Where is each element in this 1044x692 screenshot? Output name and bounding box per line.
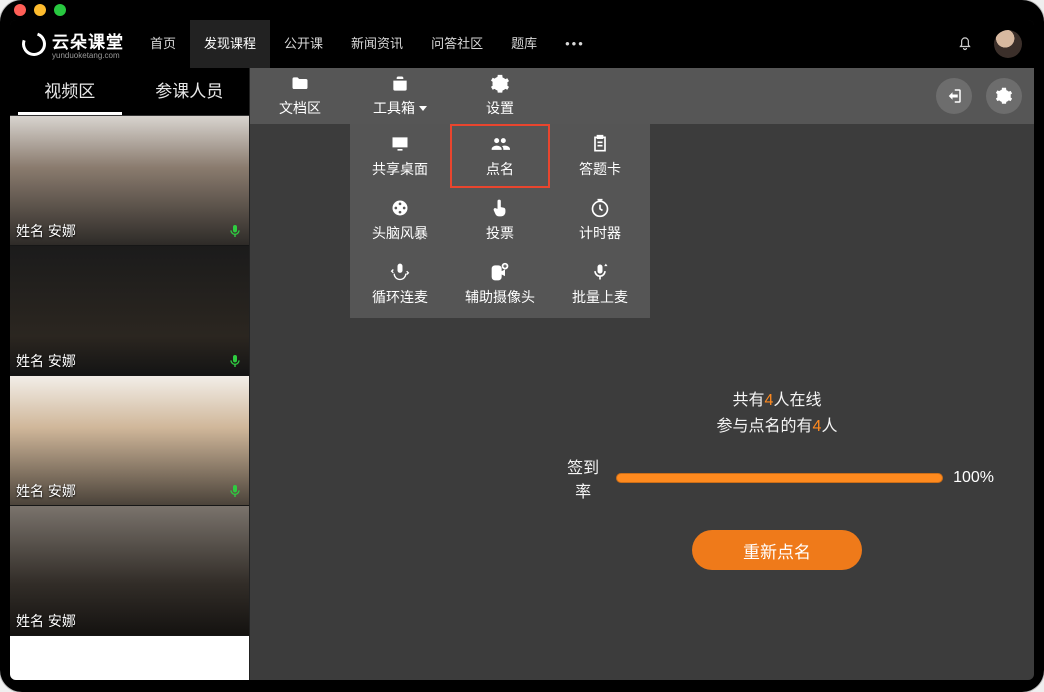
tool-label: 头脑风暴 [372, 223, 428, 243]
people-icon [489, 134, 511, 154]
tool-label: 投票 [486, 223, 514, 243]
tool-label: 辅助摄像头 [465, 287, 535, 307]
sidebar-tab-participants[interactable]: 参课人员 [130, 68, 250, 115]
tool-timer[interactable]: 计时器 [550, 188, 650, 252]
video-cell[interactable]: 姓名 安娜 [10, 246, 249, 376]
mic-active-icon [227, 483, 243, 499]
participant-videos: 姓名 安娜 姓名 安娜 姓名 安娜 姓名 安娜 [10, 116, 249, 680]
gear-icon [995, 87, 1013, 105]
participant-name: 姓名 安娜 [10, 477, 82, 505]
rate-percent: 100% [953, 469, 994, 487]
tool-label: 点名 [486, 159, 514, 179]
rate-label: 签到率 [560, 454, 606, 502]
video-cell[interactable]: 姓名 安娜 [10, 116, 249, 246]
gear-icon [489, 74, 511, 94]
toolbox-panel: 共享桌面 点名 答题卡 头 [350, 124, 650, 318]
attendance-panel: 共有4人在线 参与点名的有4人 签到率 100% 重新点名 [560, 388, 994, 570]
settings-button[interactable] [986, 78, 1022, 114]
progress-bar [616, 473, 943, 483]
user-avatar[interactable] [994, 30, 1022, 58]
video-cell[interactable]: 姓名 安娜 [10, 506, 249, 636]
tool-label: 共享桌面 [372, 159, 428, 179]
tool-label: 循环连麦 [372, 287, 428, 307]
sidebar: 视频区 参课人员 姓名 安娜 姓名 安娜 姓名 安娜 [10, 68, 250, 680]
sub-toolbar-right [936, 78, 1034, 114]
clock-icon [589, 198, 611, 218]
nav-items: 首页 发现课程 公开课 新闻资讯 问答社区 题库 ••• [136, 20, 599, 68]
mic-active-icon [227, 223, 243, 239]
folder-icon [289, 74, 311, 94]
docs-label: 文档区 [279, 98, 321, 118]
online-line: 共有4人在线 [560, 388, 994, 414]
cycle-mic-icon [389, 262, 411, 282]
minimize-window-icon[interactable] [34, 4, 46, 16]
brand-logo[interactable]: 云朵课堂 yunduoketang.com [22, 28, 124, 60]
tool-answer-card[interactable]: 答题卡 [550, 124, 650, 188]
nav-item-discover[interactable]: 发现课程 [190, 20, 270, 68]
sub-toolbar: 文档区 工具箱 设置 [250, 68, 1034, 124]
tool-cycle-mic[interactable]: 循环连麦 [350, 252, 450, 316]
maximize-window-icon[interactable] [54, 4, 66, 16]
close-window-icon[interactable] [14, 4, 26, 16]
clipboard-icon [589, 134, 611, 154]
top-nav: 云朵课堂 yunduoketang.com 首页 发现课程 公开课 新闻资讯 问… [10, 20, 1034, 68]
settings-label: 设置 [486, 98, 514, 118]
tool-label: 批量上麦 [572, 287, 628, 307]
mac-titlebar [0, 0, 1044, 20]
film-reel-icon [389, 198, 411, 218]
cloud-icon [18, 28, 50, 60]
mic-up-icon [589, 262, 611, 282]
tool-aux-camera[interactable]: 辅助摄像头 [450, 252, 550, 316]
progress-row: 签到率 100% [560, 454, 994, 502]
tool-share-desktop[interactable]: 共享桌面 [350, 124, 450, 188]
exit-button[interactable] [936, 78, 972, 114]
tool-vote[interactable]: 投票 [450, 188, 550, 252]
video-cell[interactable]: 姓名 安娜 [10, 376, 249, 506]
body-split: 视频区 参课人员 姓名 安娜 姓名 安娜 姓名 安娜 [10, 68, 1034, 680]
participated-line: 参与点名的有4人 [560, 414, 994, 440]
toolbox-tab[interactable]: 工具箱 [350, 68, 450, 124]
nav-item-news[interactable]: 新闻资讯 [337, 20, 417, 68]
brand-name: 云朵课堂 [52, 28, 124, 53]
camera-plus-icon [489, 262, 511, 282]
tool-roll-call[interactable]: 点名 [450, 124, 550, 188]
recall-button[interactable]: 重新点名 [692, 530, 862, 570]
nav-item-home[interactable]: 首页 [136, 20, 190, 68]
nav-item-more[interactable]: ••• [551, 20, 599, 68]
online-prefix: 共有 [733, 392, 765, 409]
online-suffix: 人在线 [773, 392, 821, 409]
tool-label: 答题卡 [579, 159, 621, 179]
screen-share-icon [389, 134, 411, 154]
sidebar-tab-video[interactable]: 视频区 [10, 68, 130, 115]
mic-active-icon [227, 353, 243, 369]
participated-prefix: 参与点名的有 [717, 418, 813, 435]
nav-item-qa[interactable]: 问答社区 [417, 20, 497, 68]
participant-name: 姓名 安娜 [10, 607, 82, 635]
settings-tab[interactable]: 设置 [450, 68, 550, 124]
toolbox-icon [389, 74, 411, 94]
participated-suffix: 人 [821, 418, 837, 435]
sidebar-tabs: 视频区 参课人员 [10, 68, 249, 116]
tool-brainstorm[interactable]: 头脑风暴 [350, 188, 450, 252]
participant-name: 姓名 安娜 [10, 347, 82, 375]
window-frame: 云朵课堂 yunduoketang.com 首页 发现课程 公开课 新闻资讯 问… [0, 0, 1044, 692]
exit-icon [945, 87, 963, 105]
app-shell: 云朵课堂 yunduoketang.com 首页 发现课程 公开课 新闻资讯 问… [10, 20, 1034, 680]
video-cell-empty [10, 636, 249, 680]
nav-item-question-bank[interactable]: 题库 [497, 20, 551, 68]
bell-icon[interactable] [956, 33, 974, 56]
toolbox-label: 工具箱 [373, 98, 415, 118]
tool-label: 计时器 [579, 223, 621, 243]
top-right [956, 30, 1022, 58]
brand-sub: yunduoketang.com [52, 51, 124, 60]
docs-tab[interactable]: 文档区 [250, 68, 350, 124]
tool-batch-mic[interactable]: 批量上麦 [550, 252, 650, 316]
main-panel: 文档区 工具箱 设置 [250, 68, 1034, 680]
nav-item-open-course[interactable]: 公开课 [270, 20, 337, 68]
chevron-down-icon [419, 106, 427, 111]
touch-icon [489, 198, 511, 218]
participant-name: 姓名 安娜 [10, 217, 82, 245]
